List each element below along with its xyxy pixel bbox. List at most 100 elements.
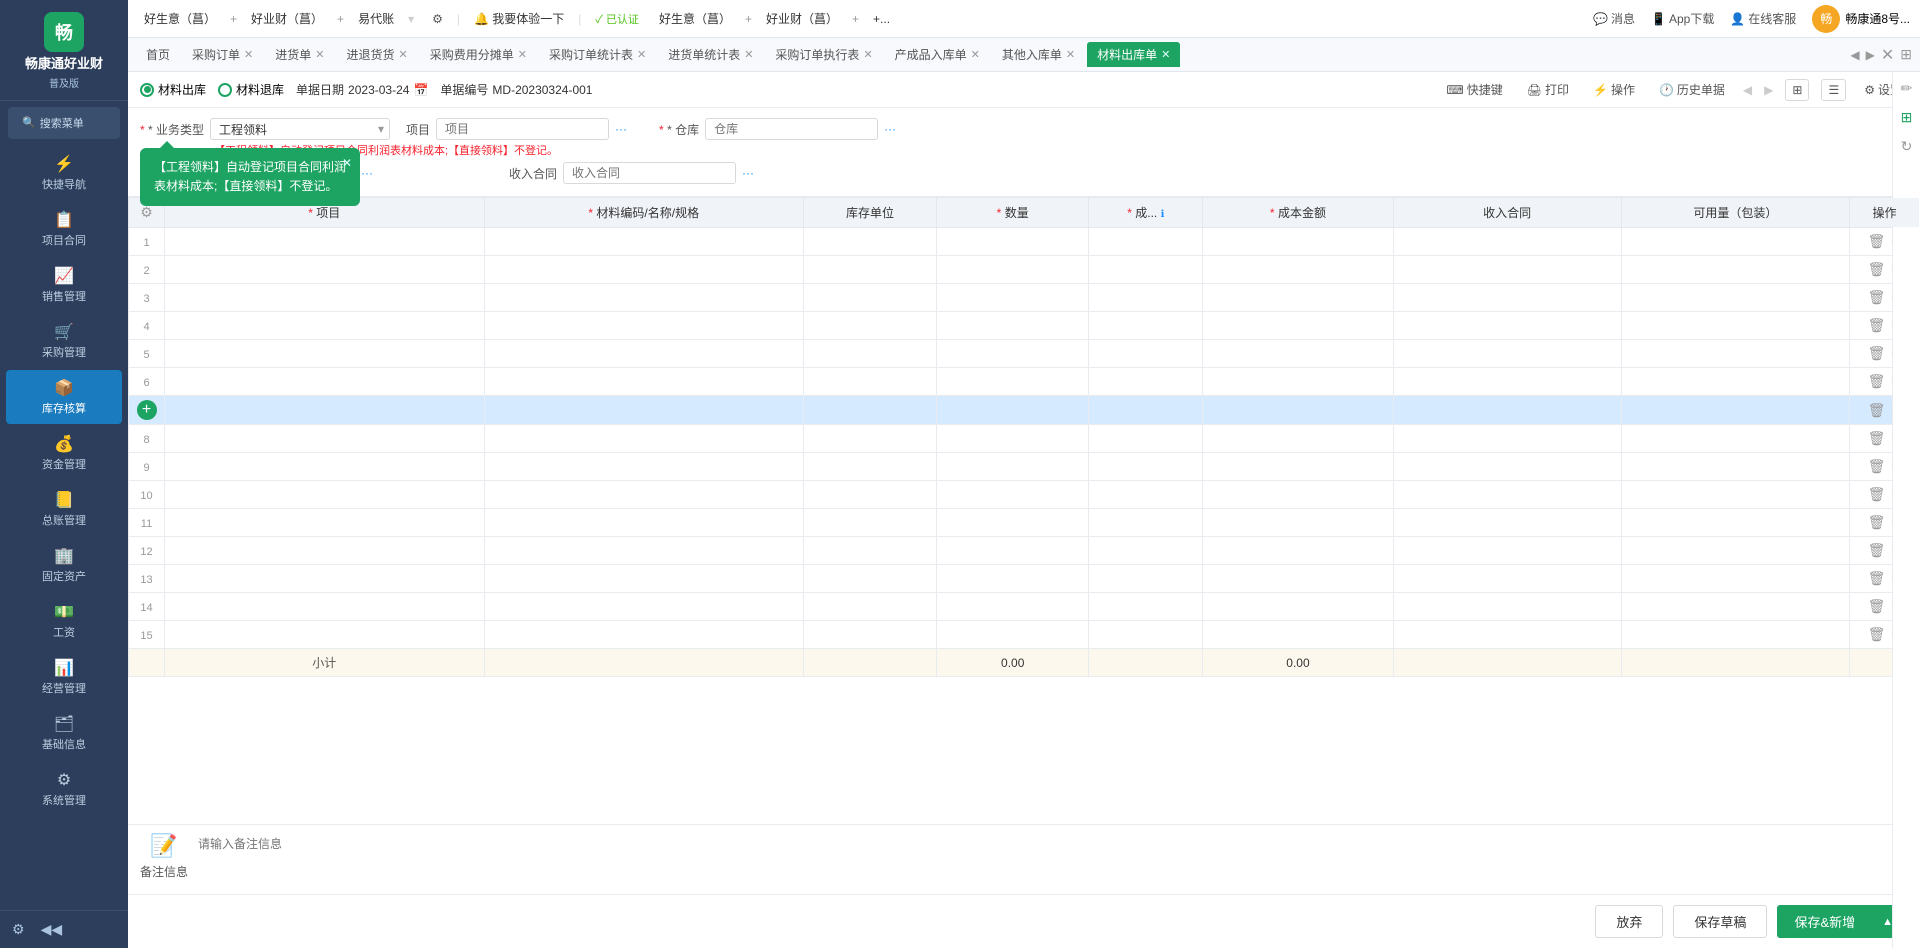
- shortcuts-button[interactable]: ⌨ 快捷键: [1440, 78, 1508, 101]
- sidebar-item-basic-info[interactable]: 🗂 基础信息: [6, 706, 122, 760]
- topbar-easy-agent[interactable]: 易代账: [352, 8, 400, 29]
- sidebar-item-ledger[interactable]: 📒 总账管理: [6, 482, 122, 536]
- sidebar-item-funds[interactable]: 💰 资金管理: [6, 426, 122, 480]
- row-4-delete-icon[interactable]: 🗑: [1868, 317, 1886, 334]
- actions-button[interactable]: ⚡ 操作: [1587, 78, 1641, 101]
- tab-purchase-order[interactable]: 采购订单 ✕: [182, 42, 263, 67]
- row-2-income-contract[interactable]: [1393, 256, 1621, 284]
- warehouse-more-btn[interactable]: ···: [884, 122, 896, 136]
- sidebar-item-quick-nav[interactable]: ⚡ 快捷导航: [6, 146, 122, 200]
- business-type-input[interactable]: [210, 118, 390, 140]
- sidebar-item-purchase[interactable]: 🛒 采购管理: [6, 314, 122, 368]
- calendar-icon[interactable]: 📅: [413, 83, 428, 97]
- topbar-good-finance[interactable]: 好业财（菖）: [245, 8, 329, 29]
- tab-product-storage[interactable]: 产成品入库单 ✕: [885, 42, 990, 67]
- right-view-icon[interactable]: ⊞: [1901, 109, 1913, 126]
- tabbar-prev-icon[interactable]: ◀: [1850, 48, 1859, 62]
- sidebar-item-salary[interactable]: 💵 工资: [6, 594, 122, 648]
- row-1-item[interactable]: [165, 228, 485, 256]
- tab-other-storage-close[interactable]: ✕: [1066, 48, 1075, 61]
- row-6-delete-icon[interactable]: 🗑: [1868, 373, 1886, 390]
- tabbar-close-icon[interactable]: ✕: [1881, 45, 1894, 65]
- topbar-message[interactable]: 💬 消息: [1593, 10, 1635, 27]
- tabbar-view-icon[interactable]: ⊞: [1900, 46, 1912, 63]
- topbar-user[interactable]: 畅 畅康通8号...: [1812, 5, 1910, 33]
- tab-purchase-order-close[interactable]: ✕: [244, 48, 253, 61]
- row-5-delete-icon[interactable]: 🗑: [1868, 345, 1886, 362]
- row-2-material[interactable]: [484, 256, 804, 284]
- row-1-material[interactable]: [484, 228, 804, 256]
- tooltip-close-icon[interactable]: ✕: [342, 154, 352, 173]
- history-button[interactable]: 🕐 历史单据: [1653, 78, 1731, 101]
- tab-home[interactable]: 首页: [136, 42, 180, 67]
- row-12-delete-icon[interactable]: 🗑: [1868, 542, 1886, 559]
- sidebar-item-sales[interactable]: 📈 销售管理: [6, 258, 122, 312]
- radio-material-return[interactable]: 材料退库: [218, 81, 284, 98]
- tab-order-stats-close[interactable]: ✕: [637, 48, 646, 61]
- radio-material-out[interactable]: 材料出库: [140, 81, 206, 98]
- tab-other-storage[interactable]: 其他入库单 ✕: [992, 42, 1085, 67]
- tab-order-stats[interactable]: 采购订单统计表 ✕: [539, 42, 656, 67]
- row-8-delete-icon[interactable]: 🗑: [1868, 430, 1886, 447]
- row-2-cost-amount[interactable]: [1203, 256, 1393, 284]
- col-settings-icon[interactable]: ⚙: [140, 204, 153, 220]
- tab-return-close[interactable]: ✕: [399, 48, 408, 61]
- sidebar-item-system[interactable]: ⚙ 系统管理: [6, 762, 122, 816]
- print-button[interactable]: 🖨 打印: [1521, 78, 1575, 101]
- row-1-delete-icon[interactable]: 🗑: [1868, 233, 1886, 250]
- topbar-good-business[interactable]: 好生意（菖）: [138, 8, 222, 29]
- row-3-delete-icon[interactable]: 🗑: [1868, 289, 1886, 306]
- row-15-delete-icon[interactable]: 🗑: [1868, 626, 1886, 643]
- search-menu[interactable]: 🔍 搜索菜单: [8, 107, 120, 139]
- row-7-delete-icon[interactable]: 🗑: [1868, 402, 1886, 419]
- tab-order-exec[interactable]: 采购订单执行表 ✕: [765, 42, 882, 67]
- project-input[interactable]: [436, 118, 609, 140]
- add-row-button[interactable]: +: [137, 400, 157, 420]
- view-list-button[interactable]: ☰: [1821, 79, 1846, 101]
- project-more-btn[interactable]: ···: [615, 122, 627, 136]
- row-1-warehouse-unit[interactable]: [804, 228, 937, 256]
- row-1-cost-amount[interactable]: [1203, 228, 1393, 256]
- topbar-online-service[interactable]: 👤 在线客服: [1730, 10, 1796, 27]
- topbar-app-download[interactable]: 📱 App下载: [1651, 10, 1714, 27]
- income-contract-more-btn[interactable]: ···: [742, 166, 754, 180]
- view-grid-button[interactable]: ⊞: [1785, 79, 1809, 101]
- row-7-material[interactable]: [484, 396, 804, 425]
- tabbar-next-icon[interactable]: ▶: [1866, 48, 1875, 62]
- sidebar-item-management[interactable]: 📊 经营管理: [6, 650, 122, 704]
- tab-expense-split[interactable]: 采购费用分摊单 ✕: [420, 42, 537, 67]
- save-new-main-button[interactable]: 保存&新增: [1778, 906, 1871, 937]
- row-2-warehouse-unit[interactable]: [804, 256, 937, 284]
- topbar-good-business2[interactable]: 好生意（菖）: [653, 8, 737, 29]
- notes-input[interactable]: [198, 833, 1908, 863]
- tab-receipt-stats-close[interactable]: ✕: [744, 48, 753, 61]
- row-2-delete-icon[interactable]: 🗑: [1868, 261, 1886, 278]
- row-9-delete-icon[interactable]: 🗑: [1868, 458, 1886, 475]
- topbar-settings-icon[interactable]: ⚙: [426, 10, 449, 28]
- row-2-available[interactable]: [1621, 256, 1849, 284]
- row-1-cost[interactable]: [1089, 228, 1203, 256]
- row-14-delete-icon[interactable]: 🗑: [1868, 598, 1886, 615]
- right-refresh-icon[interactable]: ↻: [1901, 138, 1913, 155]
- tab-expense-split-close[interactable]: ✕: [518, 48, 527, 61]
- sidebar-item-project-contract[interactable]: 📋 项目合同: [6, 202, 122, 256]
- tab-receipt-stats[interactable]: 进货单统计表 ✕: [658, 42, 763, 67]
- tab-order-exec-close[interactable]: ✕: [863, 48, 872, 61]
- topbar-good-finance2[interactable]: 好业财（菖）: [760, 8, 844, 29]
- topbar-more[interactable]: +...: [867, 10, 896, 28]
- warehouse-input[interactable]: [705, 118, 878, 140]
- sidebar-item-fixed-assets[interactable]: 🏢 固定资产: [6, 538, 122, 592]
- row-13-delete-icon[interactable]: 🗑: [1868, 570, 1886, 587]
- row-1-available[interactable]: [1621, 228, 1849, 256]
- income-contract-input[interactable]: [563, 162, 736, 184]
- tab-material-out[interactable]: 材料出库单 ✕: [1087, 42, 1180, 67]
- row-2-item[interactable]: [165, 256, 485, 284]
- topbar-experience[interactable]: 🔔 我要体验一下: [468, 8, 570, 29]
- sidebar-settings-icon[interactable]: ⚙: [12, 921, 25, 938]
- row-2-cost[interactable]: [1089, 256, 1203, 284]
- row-1-income-contract[interactable]: [1393, 228, 1621, 256]
- row-10-delete-icon[interactable]: 🗑: [1868, 486, 1886, 503]
- row-2-quantity[interactable]: [937, 256, 1089, 284]
- sidebar-collapse-icon[interactable]: ◀◀: [41, 921, 63, 938]
- tab-material-out-close[interactable]: ✕: [1161, 48, 1170, 61]
